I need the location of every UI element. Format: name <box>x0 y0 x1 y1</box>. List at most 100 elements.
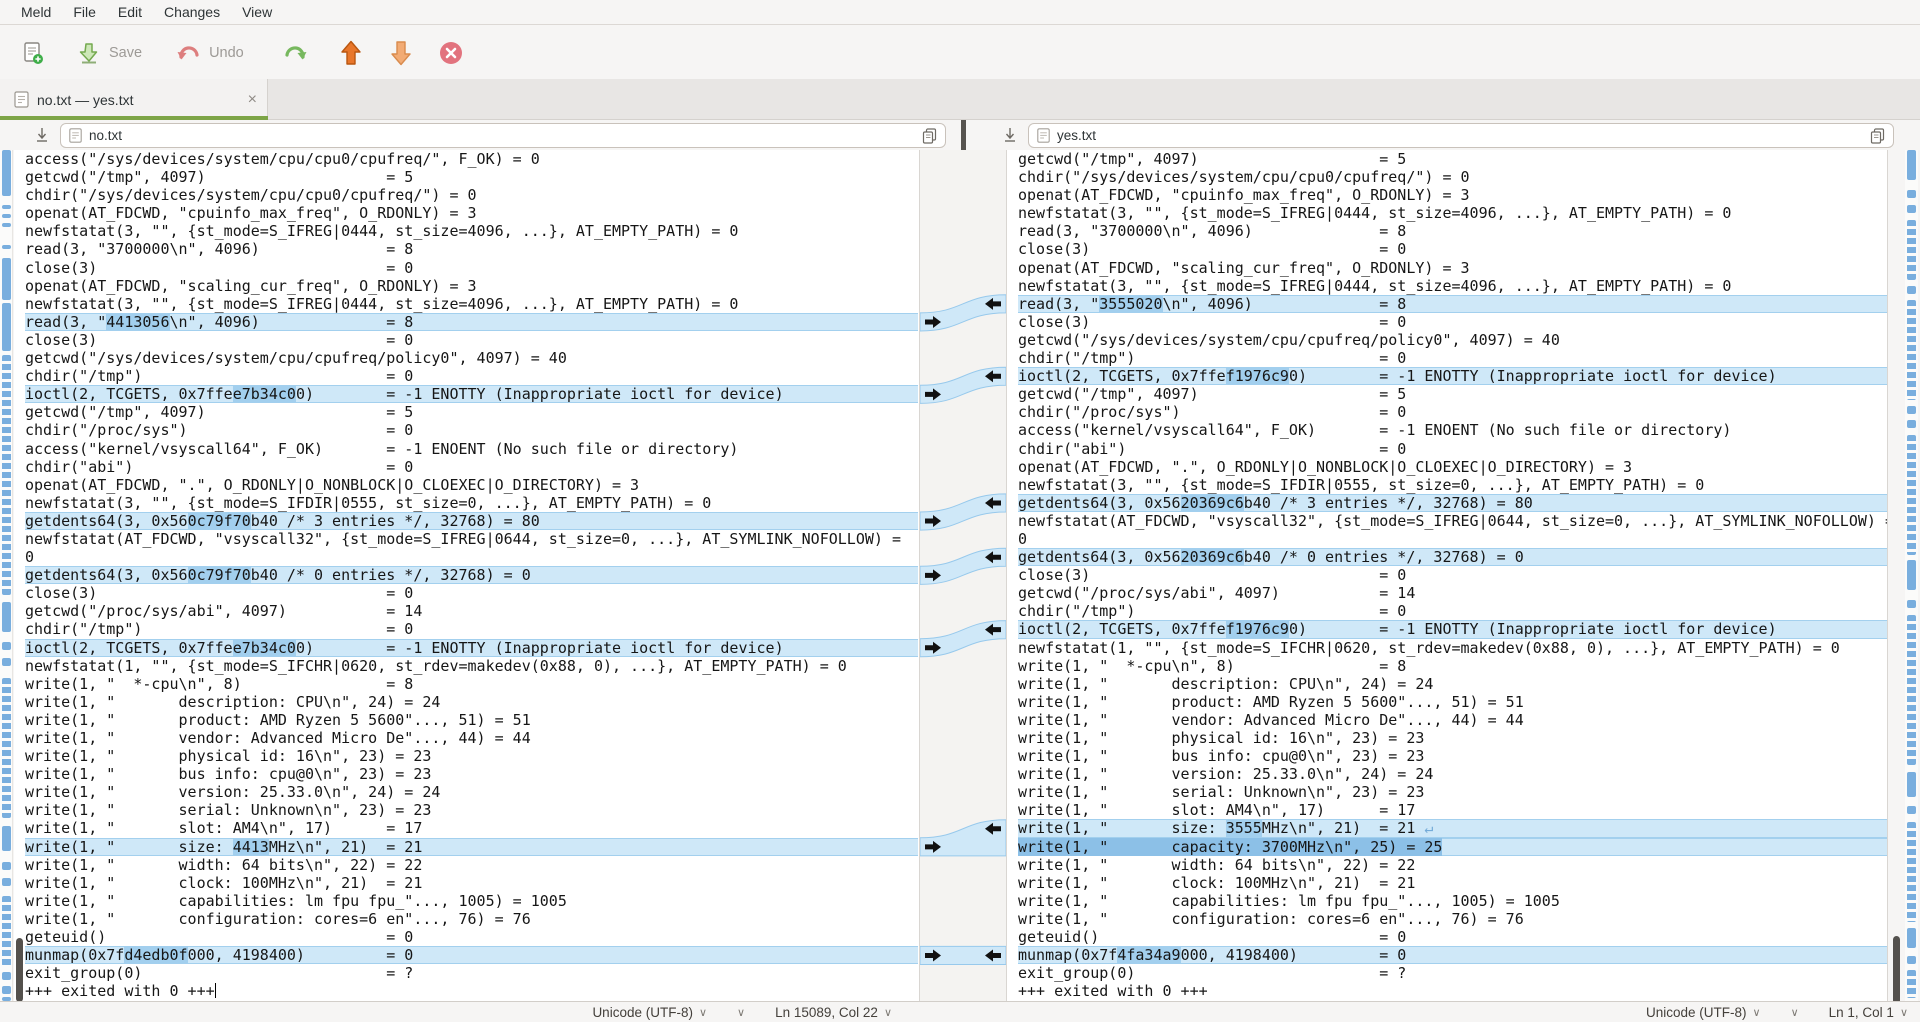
code-line[interactable]: write(1, " slot: AM4\n", 17) = 17 <box>1018 801 1887 819</box>
code-line[interactable]: newfstatat(AT_FDCWD, "vsyscall32", {st_m… <box>1018 512 1887 530</box>
code-line[interactable]: write(1, " capacity: 3700MHz\n", 25) = 2… <box>1018 837 1887 856</box>
code-line[interactable]: openat(AT_FDCWD, "scaling_cur_freq", O_R… <box>25 277 918 295</box>
code-line[interactable]: geteuid() = 0 <box>1018 928 1887 946</box>
code-line[interactable]: write(1, " version: 25.33.0\n", 24) = 24 <box>1018 765 1887 783</box>
code-line[interactable]: getcwd("/tmp", 4097) = 5 <box>1018 150 1887 168</box>
code-line[interactable]: newfstatat(3, "", {st_mode=S_IFREG|0444,… <box>1018 204 1887 222</box>
code-line[interactable]: geteuid() = 0 <box>25 928 918 946</box>
code-line[interactable]: openat(AT_FDCWD, "scaling_cur_freq", O_R… <box>1018 259 1887 277</box>
code-line[interactable]: chdir("abi") = 0 <box>1018 440 1887 458</box>
code-line[interactable]: write(1, " width: 64 bits\n", 22) = 22 <box>1018 856 1887 874</box>
code-line[interactable]: access("kernel/vsyscall64", F_OK) = -1 E… <box>1018 421 1887 439</box>
left-code-text[interactable]: access("/sys/devices/system/cpu/cpu0/cpu… <box>14 150 919 1000</box>
code-line[interactable]: getdents64(3, 0x5620369c6b40 /* 0 entrie… <box>1018 548 1887 567</box>
code-line[interactable]: chdir("/sys/devices/system/cpu/cpu0/cpuf… <box>25 186 918 204</box>
code-line[interactable]: getcwd("/tmp", 4097) = 5 <box>1018 385 1887 403</box>
code-line[interactable]: write(1, " vendor: Advanced Micro De"...… <box>25 729 918 747</box>
tab-close-icon[interactable]: × <box>248 91 257 109</box>
code-line[interactable]: munmap(0x7fd4edb0f000, 4198400) = 0 <box>25 946 918 965</box>
code-line[interactable]: write(1, " *-cpu\n", 8) = 8 <box>25 675 918 693</box>
code-line[interactable]: close(3) = 0 <box>25 331 918 349</box>
code-line[interactable]: read(3, "3700000\n", 4096) = 8 <box>1018 222 1887 240</box>
left-code-pane[interactable]: access("/sys/devices/system/cpu/cpu0/cpu… <box>14 150 920 1001</box>
tab-no-txt-yes-txt[interactable]: no.txt — yes.txt × <box>0 79 268 120</box>
code-line[interactable]: write(1, " product: AMD Ryzen 5 5600"...… <box>25 711 918 729</box>
left-diff-overview-map[interactable] <box>0 150 13 1001</box>
menu-view[interactable]: View <box>231 1 283 23</box>
save-left-file-button[interactable] <box>30 124 54 148</box>
left-highlight-selector[interactable]: ∨ <box>737 1006 745 1019</box>
left-file-entry[interactable]: no.txt <box>60 123 946 148</box>
code-line[interactable]: write(1, " bus info: cpu@0\n", 23) = 23 <box>25 765 918 783</box>
code-line[interactable]: close(3) = 0 <box>25 584 918 602</box>
code-line[interactable]: getcwd("/sys/devices/system/cpu/cpufreq/… <box>1018 331 1887 349</box>
new-comparison-button[interactable] <box>12 34 54 72</box>
code-line[interactable]: chdir("/sys/devices/system/cpu/cpu0/cpuf… <box>1018 168 1887 186</box>
code-line[interactable]: newfstatat(3, "", {st_mode=S_IFREG|0444,… <box>25 295 918 313</box>
next-change-button[interactable] <box>380 34 422 72</box>
code-line[interactable]: +++ exited with 0 +++ <box>1018 982 1887 1000</box>
code-line[interactable]: ioctl(2, TCGETS, 0x7ffef1976c90) = -1 EN… <box>1018 620 1887 639</box>
code-line[interactable]: ioctl(2, TCGETS, 0x7ffee7b34c00) = -1 EN… <box>25 638 918 657</box>
code-line[interactable]: newfstatat(3, "", {st_mode=S_IFDIR|0555,… <box>1018 476 1887 494</box>
code-line[interactable]: 0 <box>25 548 918 566</box>
code-line[interactable]: chdir("/proc/sys") = 0 <box>1018 403 1887 421</box>
code-line[interactable]: munmap(0x7f4fa34a9000, 4198400) = 0 <box>1018 946 1887 965</box>
code-line[interactable]: access("/sys/devices/system/cpu/cpu0/cpu… <box>25 150 918 168</box>
code-line[interactable]: read(3, "3555020\n", 4096) = 8 <box>1018 294 1887 313</box>
code-line[interactable]: access("kernel/vsyscall64", F_OK) = -1 E… <box>25 440 918 458</box>
left-pane-scrollbar-thumb[interactable] <box>16 938 23 1002</box>
save-button[interactable]: Save <box>68 34 150 72</box>
code-line[interactable]: getcwd("/tmp", 4097) = 5 <box>25 403 918 421</box>
code-line[interactable]: write(1, " size: 4413MHz\n", 21) = 21 <box>25 837 918 856</box>
code-line[interactable]: getdents64(3, 0x560c79f70b40 /* 3 entrie… <box>25 511 918 530</box>
code-line[interactable]: write(1, " serial: Unknown\n", 23) = 23 <box>25 801 918 819</box>
code-line[interactable]: write(1, " description: CPU\n", 24) = 24 <box>25 693 918 711</box>
code-line[interactable]: openat(AT_FDCWD, ".", O_RDONLY|O_NONBLOC… <box>25 476 918 494</box>
code-line[interactable]: read(3, "4413056\n", 4096) = 8 <box>25 312 918 331</box>
right-cursor-position[interactable]: Ln 1, Col 1 ∨ <box>1829 1005 1908 1020</box>
right-encoding-selector[interactable]: Unicode (UTF-8) ∨ <box>1646 1005 1761 1020</box>
code-line[interactable]: chdir("/proc/sys") = 0 <box>25 421 918 439</box>
code-line[interactable]: exit_group(0) = ? <box>1018 964 1887 982</box>
code-line[interactable]: chdir("/tmp") = 0 <box>1018 602 1887 620</box>
code-line[interactable]: write(1, " capabilities: lm fpu fpu_"...… <box>25 892 918 910</box>
code-line[interactable]: newfstatat(1, "", {st_mode=S_IFCHR|0620,… <box>25 657 918 675</box>
right-file-entry[interactable]: yes.txt <box>1028 123 1894 148</box>
code-line[interactable]: write(1, " physical id: 16\n", 23) = 23 <box>25 747 918 765</box>
code-line[interactable]: openat(AT_FDCWD, ".", O_RDONLY|O_NONBLOC… <box>1018 458 1887 476</box>
code-line[interactable]: getcwd("/sys/devices/system/cpu/cpufreq/… <box>25 349 918 367</box>
code-line[interactable]: write(1, " *-cpu\n", 8) = 8 <box>1018 657 1887 675</box>
code-line[interactable]: getdents64(3, 0x5620369c6b40 /* 3 entrie… <box>1018 493 1887 512</box>
code-line[interactable]: chdir("/tmp") = 0 <box>1018 349 1887 367</box>
code-line[interactable]: write(1, " description: CPU\n", 24) = 24 <box>1018 675 1887 693</box>
code-line[interactable]: write(1, " clock: 100MHz\n", 21) = 21 <box>1018 874 1887 892</box>
code-line[interactable]: ioctl(2, TCGETS, 0x7ffef1976c90) = -1 EN… <box>1018 367 1887 386</box>
code-line[interactable]: chdir("/tmp") = 0 <box>25 367 918 385</box>
code-line[interactable]: close(3) = 0 <box>1018 240 1887 258</box>
code-line[interactable]: write(1, " configuration: cores=6 en"...… <box>1018 910 1887 928</box>
code-line[interactable]: newfstatat(3, "", {st_mode=S_IFDIR|0555,… <box>25 494 918 512</box>
code-line[interactable]: 0 <box>1018 530 1887 548</box>
code-line[interactable]: +++ exited with 0 +++ <box>25 982 918 1000</box>
copy-path-icon[interactable] <box>1870 127 1885 144</box>
code-line[interactable]: close(3) = 0 <box>1018 566 1887 584</box>
menu-changes[interactable]: Changes <box>153 1 231 23</box>
code-line[interactable]: write(1, " configuration: cores=6 en"...… <box>25 910 918 928</box>
code-line[interactable]: read(3, "3700000\n", 4096) = 8 <box>25 240 918 258</box>
pane-splitter-handle[interactable] <box>961 120 966 150</box>
code-line[interactable]: getcwd("/proc/sys/abi", 4097) = 14 <box>25 602 918 620</box>
code-line[interactable]: write(1, " slot: AM4\n", 17) = 17 <box>25 819 918 837</box>
code-line[interactable]: close(3) = 0 <box>25 259 918 277</box>
right-diff-overview-map[interactable] <box>1905 150 1918 1001</box>
code-line[interactable]: write(1, " serial: Unknown\n", 23) = 23 <box>1018 783 1887 801</box>
left-cursor-position[interactable]: Ln 15089, Col 22 ∨ <box>775 1005 892 1020</box>
menu-meld[interactable]: Meld <box>10 1 62 23</box>
copy-path-icon[interactable] <box>922 127 937 144</box>
code-line[interactable]: newfstatat(1, "", {st_mode=S_IFCHR|0620,… <box>1018 639 1887 657</box>
code-line[interactable]: chdir("abi") = 0 <box>25 458 918 476</box>
code-line[interactable]: getdents64(3, 0x560c79f70b40 /* 0 entrie… <box>25 566 918 585</box>
code-line[interactable]: write(1, " capabilities: lm fpu fpu_"...… <box>1018 892 1887 910</box>
stop-button[interactable] <box>430 34 472 72</box>
left-encoding-selector[interactable]: Unicode (UTF-8) ∨ <box>592 1005 707 1020</box>
